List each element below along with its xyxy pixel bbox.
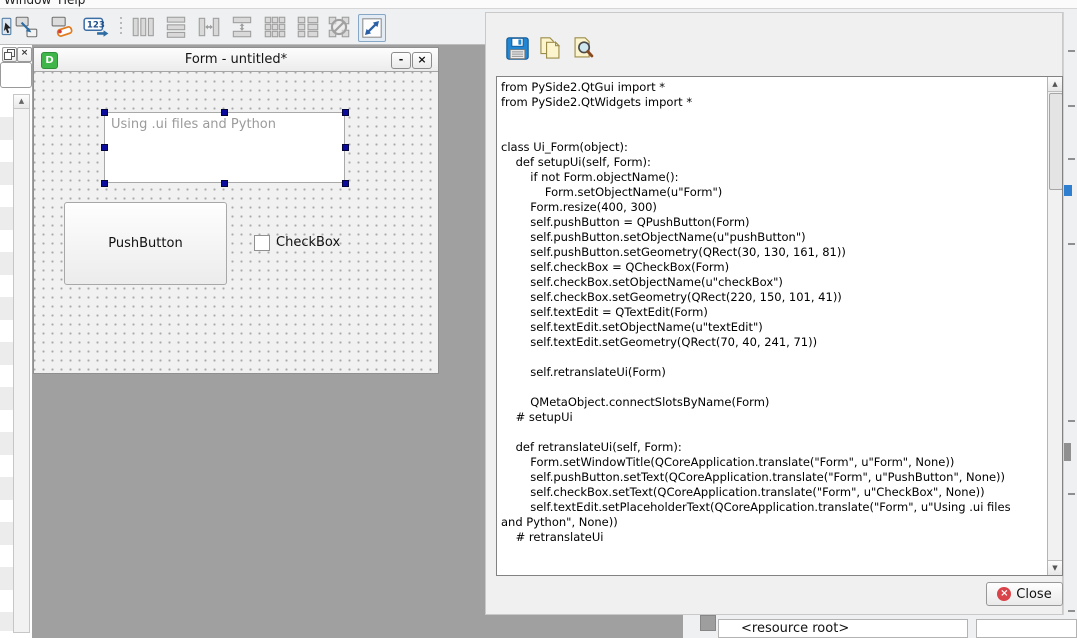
layout-form-icon <box>295 14 321 40</box>
generated-python-code[interactable]: from PySide2.QtGui import * from PySide2… <box>497 77 1062 548</box>
resource-root-item[interactable]: <resource root> <box>719 620 967 637</box>
menu-window[interactable]: Window <box>4 0 51 7</box>
code-editor[interactable]: from PySide2.QtGui import * from PySide2… <box>496 76 1063 576</box>
layout-vertical-icon <box>163 14 189 40</box>
form-window-titlebar[interactable]: D Form - untitled* - × <box>34 48 438 72</box>
code-preview-dialog: from PySide2.QtGui import * from PySide2… <box>485 12 1063 615</box>
form-minimize-button[interactable]: - <box>391 52 411 69</box>
copy-icon <box>537 35 564 62</box>
qt-designer-screen: Window Help 123 <box>0 0 1077 638</box>
find-button[interactable] <box>570 35 597 62</box>
save-icon <box>504 35 531 62</box>
selected-item-edge <box>1064 185 1072 196</box>
checkbox-widget[interactable]: CheckBox <box>254 222 355 263</box>
adjust-size-icon[interactable] <box>358 14 386 42</box>
copy-button[interactable] <box>537 35 564 62</box>
layout-grid-icon <box>262 14 288 40</box>
tree-branch-dash <box>1068 243 1075 245</box>
code-scrollbar[interactable]: ▲ ▼ <box>1047 77 1062 575</box>
close-red-icon: × <box>997 587 1011 601</box>
dock-float-button[interactable] <box>2 47 17 62</box>
right-edge-panel <box>1063 12 1077 615</box>
selection-handle-bottom-middle[interactable] <box>221 180 228 187</box>
resource-tree[interactable]: <resource root> <box>718 619 968 638</box>
resource-browser-panel: <resource root> <box>683 615 1077 638</box>
textedit-widget[interactable] <box>104 112 345 183</box>
widget-box-category-list[interactable] <box>0 95 13 631</box>
checkbox-label: CheckBox <box>276 235 340 250</box>
form-designer-window: D Form - untitled* - × PushButton CheckB… <box>33 47 439 374</box>
tree-branch-dash <box>1068 158 1075 160</box>
save-button[interactable] <box>504 35 531 62</box>
selection-handle-bottom-left[interactable] <box>101 180 108 187</box>
edit-buddies-icon[interactable] <box>50 14 76 40</box>
tree-branch-dash <box>1068 493 1075 495</box>
checkbox-indicator[interactable] <box>254 235 270 251</box>
float-icon <box>3 48 16 61</box>
selection-handle-middle-left[interactable] <box>101 144 108 151</box>
form-canvas[interactable]: PushButton CheckBox <box>34 72 438 372</box>
tree-branch-dash <box>1068 420 1075 422</box>
scrollbar-thumb[interactable] <box>1049 93 1063 190</box>
scroll-up-icon[interactable]: ▲ <box>14 95 29 109</box>
toolbar-separator <box>119 17 122 37</box>
layout-horizontal-icon <box>130 14 156 40</box>
tree-branch-dash <box>1068 610 1075 612</box>
resource-file-list[interactable] <box>976 619 1077 638</box>
scroll-down-icon[interactable]: ▼ <box>1048 560 1062 575</box>
selection-handle-top-right[interactable] <box>342 109 349 116</box>
splitter-handle[interactable] <box>700 615 716 631</box>
find-icon <box>570 35 597 62</box>
menu-help[interactable]: Help <box>58 0 85 7</box>
selection-handle-top-left[interactable] <box>101 109 108 116</box>
edit-widgets-icon[interactable] <box>0 14 13 40</box>
tree-branch-dash <box>1068 105 1075 107</box>
layout-splitter-vertical-icon <box>229 14 255 40</box>
edit-signals-slots-icon[interactable] <box>14 14 40 40</box>
scrollbar-edge <box>1064 443 1071 461</box>
form-close-button[interactable]: × <box>412 52 432 69</box>
selection-handle-bottom-right[interactable] <box>342 180 349 187</box>
close-button-label: Close <box>1016 587 1051 602</box>
form-window-title: Form - untitled* <box>34 52 438 67</box>
tree-branch-dash <box>1068 50 1075 52</box>
dock-close-button[interactable]: × <box>17 47 32 62</box>
tab-order-badge-text: 123 <box>87 21 105 31</box>
close-dialog-button[interactable]: × Close <box>986 582 1063 606</box>
break-layout-icon <box>326 14 352 40</box>
pushbutton-widget[interactable]: PushButton <box>64 202 227 285</box>
edit-tab-order-icon[interactable]: 123 <box>82 14 110 40</box>
widget-filter-input[interactable] <box>0 62 32 88</box>
scroll-up-icon[interactable]: ▲ <box>1048 77 1062 92</box>
widget-box-panel: × ▲ <box>0 45 32 638</box>
menu-bar: Window Help <box>0 0 1077 9</box>
selection-handle-top-middle[interactable] <box>221 109 228 116</box>
selection-handle-middle-right[interactable] <box>342 144 349 151</box>
close-icon: × <box>21 48 29 58</box>
widget-box-scrollbar[interactable]: ▲ <box>13 94 30 633</box>
layout-splitter-horizontal-icon <box>196 14 222 40</box>
pushbutton-label: PushButton <box>108 236 182 251</box>
